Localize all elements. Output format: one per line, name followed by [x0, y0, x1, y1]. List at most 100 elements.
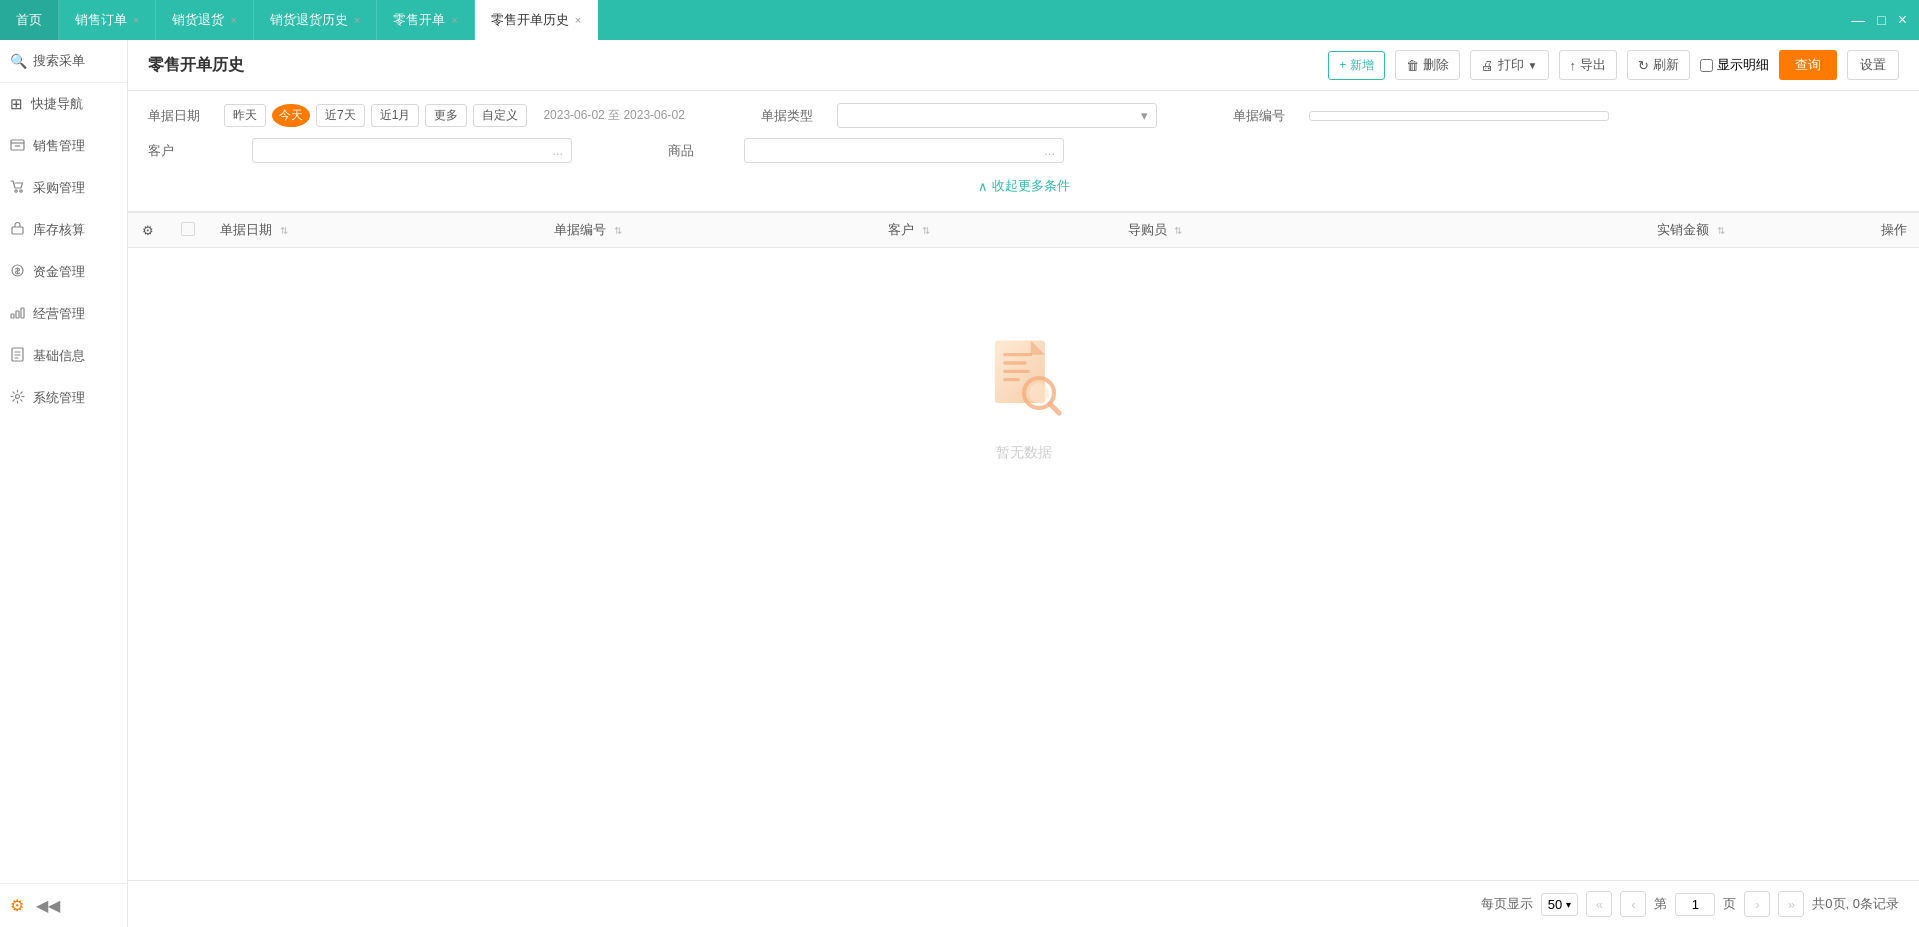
table-checkbox-col[interactable]	[168, 213, 208, 248]
prev-page-button[interactable]: ‹	[1620, 891, 1646, 917]
next-page-button[interactable]: ›	[1744, 891, 1770, 917]
chevron-down-icon: ▾	[1141, 108, 1148, 123]
sidebar-item-inventory[interactable]: 库存核算	[0, 209, 127, 251]
table-select-all-checkbox[interactable]	[181, 222, 195, 236]
restore-icon[interactable]: □	[1877, 12, 1885, 28]
customer-filter-label: 客户	[148, 142, 208, 160]
sidebar-item-label: 库存核算	[33, 221, 85, 239]
tab-sales-return-history[interactable]: 销货退货历史 ×	[254, 0, 377, 40]
date-1month[interactable]: 近1月	[371, 104, 420, 127]
svg-rect-11	[1003, 353, 1032, 356]
tab-retail-open[interactable]: 零售开单 ×	[377, 0, 474, 40]
settings-footer-icon[interactable]: ⚙	[10, 896, 24, 915]
col-amount-label: 实销金额	[1657, 222, 1709, 237]
tab-retail-open-label: 零售开单	[393, 11, 445, 29]
filter-row-1: 单据日期 昨天 今天 近7天 近1月 更多 自定义 2023-06-02 至 2…	[148, 103, 1899, 128]
sidebar-item-finance[interactable]: 资金管理	[0, 251, 127, 293]
col-number[interactable]: 单据编号 ⇅	[542, 213, 876, 248]
sidebar-item-label: 采购管理	[33, 179, 85, 197]
empty-state: 暂无数据	[128, 248, 1919, 542]
sidebar-item-label: 基础信息	[33, 347, 85, 365]
sidebar-item-sales-mgmt[interactable]: 销售管理	[0, 125, 127, 167]
date-yesterday[interactable]: 昨天	[224, 104, 266, 127]
first-page-button[interactable]: «	[1586, 891, 1612, 917]
col-date-sort-icon: ⇅	[280, 225, 288, 236]
tab-sales-return[interactable]: 销货退货 ×	[156, 0, 253, 40]
product-ellipsis[interactable]: ...	[1044, 143, 1055, 158]
col-customer-label: 客户	[888, 222, 914, 237]
sidebar-search[interactable]: 🔍 搜索采单	[0, 40, 127, 83]
display-detail-checkbox[interactable]	[1700, 59, 1713, 72]
sidebar-item-label: 销售管理	[33, 137, 85, 155]
svg-rect-6	[16, 311, 19, 318]
svg-rect-12	[1003, 361, 1026, 364]
col-customer[interactable]: 客户 ⇅	[876, 213, 1115, 248]
sidebar-item-operations[interactable]: 经营管理	[0, 293, 127, 335]
date-more[interactable]: 更多	[425, 104, 467, 127]
close-window-icon[interactable]: ×	[1898, 11, 1907, 29]
date-filter-label: 单据日期	[148, 107, 208, 125]
print-button[interactable]: 🖨 打印 ▼	[1470, 50, 1549, 80]
export-icon: ↑	[1570, 58, 1577, 73]
page-header: 零售开单历史 + 新增 🗑 删除 🖨 打印 ▼ ↑ 导出 ↻	[128, 40, 1919, 91]
query-button[interactable]: 查询	[1779, 50, 1837, 80]
tab-sales-return-history-close[interactable]: ×	[354, 14, 360, 26]
display-detail-checkbox-label[interactable]: 显示明细	[1700, 56, 1769, 74]
basic-info-icon	[10, 347, 25, 365]
collapse-sidebar-icon[interactable]: ◀◀	[36, 896, 60, 915]
sidebar-item-label: 经营管理	[33, 305, 85, 323]
col-guide-label: 导购员	[1128, 222, 1167, 237]
order-number-input[interactable]	[1309, 111, 1609, 121]
date-today[interactable]: 今天	[272, 104, 310, 127]
collapse-more-btn[interactable]: ∧ 收起更多条件	[148, 173, 1899, 199]
tab-retail-open-history-close[interactable]: ×	[575, 14, 581, 26]
last-page-button[interactable]: »	[1778, 891, 1804, 917]
table-settings-icon[interactable]: ⚙	[142, 223, 154, 238]
tab-sales-order-close[interactable]: ×	[133, 14, 139, 26]
svg-rect-14	[1003, 378, 1020, 381]
col-date[interactable]: 单据日期 ⇅	[208, 213, 542, 248]
first-page-icon: «	[1596, 897, 1603, 912]
date-7days[interactable]: 近7天	[316, 104, 365, 127]
refresh-button[interactable]: ↻ 刷新	[1627, 50, 1690, 80]
export-button[interactable]: ↑ 导出	[1559, 50, 1618, 80]
top-tabbar: 首页 销售订单 × 销货退货 × 销货退货历史 × 零售开单 × 零售开单历史 …	[0, 0, 1919, 40]
svg-point-16	[1029, 383, 1049, 403]
product-input[interactable]: ...	[744, 138, 1064, 163]
col-number-label: 单据编号	[554, 222, 606, 237]
table-area: ⚙ 单据日期 ⇅ 单据编号 ⇅	[128, 212, 1919, 880]
tab-sales-order[interactable]: 销售订单 ×	[59, 0, 156, 40]
filter-row-2: 客户 ... 商品 ...	[148, 138, 1899, 163]
col-guide[interactable]: 导购员 ⇅	[1116, 213, 1403, 248]
minimize-icon[interactable]: —	[1851, 12, 1865, 28]
sidebar-item-purchase-mgmt[interactable]: 采购管理	[0, 167, 127, 209]
sales-mgmt-icon	[10, 137, 25, 155]
sidebar-item-system[interactable]: 系统管理	[0, 377, 127, 419]
date-buttons: 昨天 今天 近7天 近1月 更多 自定义	[224, 104, 527, 127]
tab-sales-return-label: 销货退货	[172, 11, 224, 29]
svg-rect-13	[1003, 370, 1030, 373]
svg-point-9	[16, 395, 20, 399]
sidebar: 🔍 搜索采单 ⊞ 快捷导航 销售管理 采购管理 库存核算	[0, 40, 128, 927]
tab-sales-order-label: 销售订单	[75, 11, 127, 29]
customer-ellipsis[interactable]: ...	[552, 143, 563, 158]
customer-input[interactable]: ...	[252, 138, 572, 163]
tab-retail-open-close[interactable]: ×	[451, 14, 457, 26]
svg-rect-0	[11, 140, 24, 150]
settings-button[interactable]: 设置	[1847, 50, 1899, 80]
svg-rect-5	[11, 314, 14, 318]
sidebar-item-basic-info[interactable]: 基础信息	[0, 335, 127, 377]
sidebar-item-quick-nav[interactable]: ⊞ 快捷导航	[0, 83, 127, 125]
page-size-select[interactable]: 50 ▾	[1541, 893, 1578, 916]
product-filter-label: 商品	[668, 142, 728, 160]
table-settings-col[interactable]: ⚙	[128, 213, 168, 248]
tab-sales-return-close[interactable]: ×	[230, 14, 236, 26]
col-amount[interactable]: 实销金额 ⇅	[1402, 213, 1736, 248]
current-page-input[interactable]	[1675, 893, 1715, 916]
delete-button[interactable]: 🗑 删除	[1395, 50, 1460, 80]
date-custom[interactable]: 自定义	[473, 104, 527, 127]
order-type-select[interactable]: ▾	[837, 103, 1157, 128]
add-button[interactable]: + 新增	[1328, 51, 1384, 80]
tab-home[interactable]: 首页	[0, 0, 59, 40]
tab-retail-open-history[interactable]: 零售开单历史 ×	[475, 0, 598, 40]
